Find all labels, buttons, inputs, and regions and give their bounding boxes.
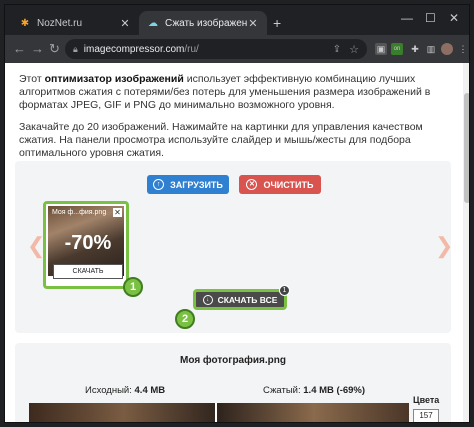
upload-button[interactable]: ↑ ЗАГРУЗИТЬ	[147, 175, 229, 194]
image-thumbnail[interactable]: Моя ф...фия.png ✕ -70% СКАЧАТЬ	[48, 206, 124, 279]
lock-icon: 🔒︎	[73, 43, 78, 54]
sidebar-icon[interactable]: ▥	[425, 43, 437, 55]
tab-noznet[interactable]: ✱ NozNet.ru ✕	[11, 11, 139, 35]
image-filename: Моя ф...фия.png	[52, 209, 107, 216]
share-icon[interactable]: ⇪	[333, 44, 341, 55]
clear-button[interactable]: ✕ ОЧИСТИТЬ	[239, 175, 321, 194]
tab-imagecompressor[interactable]: ☁ Сжать изображение онлайн ✕	[139, 11, 267, 35]
download-button[interactable]: СКАЧАТЬ	[53, 264, 123, 279]
upload-panel: ↑ ЗАГРУЗИТЬ ✕ ОЧИСТИТЬ ❮ ❯ Моя ф...фия.p…	[15, 161, 453, 333]
step-marker-1: 1	[123, 277, 143, 297]
comparison-slider[interactable]	[215, 403, 217, 422]
download-all-button[interactable]: ↓ СКАЧАТЬ ВСЕ	[193, 289, 287, 310]
clear-x-icon: ✕	[246, 179, 258, 190]
extension-icon[interactable]: ▣	[375, 43, 387, 55]
scrollbar-thumb[interactable]	[464, 93, 469, 203]
clear-label: ОЧИСТИТЬ	[263, 179, 314, 190]
upload-arrow-icon: ↑	[153, 179, 165, 190]
close-window-button[interactable]: ✕	[449, 11, 459, 25]
tab-title: NozNet.ru	[37, 17, 83, 29]
url-path: /ru/	[184, 43, 199, 55]
details-panel: Моя фотография.png Исходный: 4.4 MB Сжат…	[15, 343, 451, 422]
download-count-badge: 1	[279, 285, 290, 296]
compressed-size: Сжатый: 1.4 MB (-69%)	[263, 385, 366, 396]
browser-toolbar: ← → ↻ 🔒︎ imagecompressor.com/ru/ ⇪ ☆ ▣ o…	[5, 35, 469, 63]
next-arrow-icon[interactable]: ❯	[435, 233, 453, 259]
noznet-favicon-icon: ✱	[20, 17, 30, 29]
new-tab-button[interactable]: +	[273, 15, 281, 31]
colors-label: Цвета	[413, 395, 440, 405]
image-card[interactable]: Моя ф...фия.png ✕ -70% СКАЧАТЬ	[43, 201, 129, 289]
compression-percent: -70%	[64, 232, 112, 254]
menu-icon[interactable]: ⋮	[457, 43, 469, 55]
close-tab-icon[interactable]: ✕	[119, 17, 131, 30]
profile-avatar[interactable]	[441, 43, 453, 55]
tab-title: Сжать изображение онлайн	[165, 17, 247, 29]
minimize-button[interactable]: —	[401, 11, 413, 25]
close-tab-icon[interactable]: ✕	[247, 17, 259, 30]
back-icon[interactable]: ←	[13, 41, 26, 56]
page-content: Этот оптимизатор изображений использует …	[5, 63, 469, 422]
maximize-button[interactable]: ☐	[425, 11, 436, 25]
download-all-label: СКАЧАТЬ ВСЕ	[217, 294, 278, 305]
bookmark-star-icon[interactable]: ☆	[349, 43, 359, 56]
scrollbar[interactable]	[463, 63, 469, 422]
step-marker-2: 2	[175, 309, 195, 329]
remove-image-icon[interactable]: ✕	[113, 208, 122, 217]
comparison-preview[interactable]	[29, 403, 409, 422]
forward-icon[interactable]: →	[31, 41, 44, 56]
details-filename: Моя фотография.png	[180, 355, 286, 366]
extension-badge[interactable]: on	[391, 43, 403, 55]
cloud-favicon-icon: ☁	[148, 17, 158, 29]
reload-icon[interactable]: ↻	[49, 41, 60, 57]
original-size: Исходный: 4.4 MB	[85, 385, 166, 396]
address-bar[interactable]: 🔒︎ imagecompressor.com/ru/ ⇪ ☆	[65, 39, 367, 59]
browser-window: ✱ NozNet.ru ✕ ☁ Сжать изображение онлайн…	[4, 4, 470, 423]
url-domain: imagecompressor.com	[83, 43, 185, 55]
colors-input[interactable]: 157	[413, 409, 439, 422]
intro-paragraph: Этот оптимизатор изображений использует …	[19, 73, 431, 111]
instructions-paragraph: Закачайте до 20 изображений. Нажимайте н…	[19, 121, 423, 159]
extensions-puzzle-icon[interactable]: ✚	[409, 43, 421, 55]
download-icon: ↓	[202, 294, 213, 305]
upload-label: ЗАГРУЗИТЬ	[170, 179, 223, 190]
intro-bold: оптимизатор изображений	[44, 73, 184, 85]
tab-strip: ✱ NozNet.ru ✕ ☁ Сжать изображение онлайн…	[5, 5, 469, 35]
